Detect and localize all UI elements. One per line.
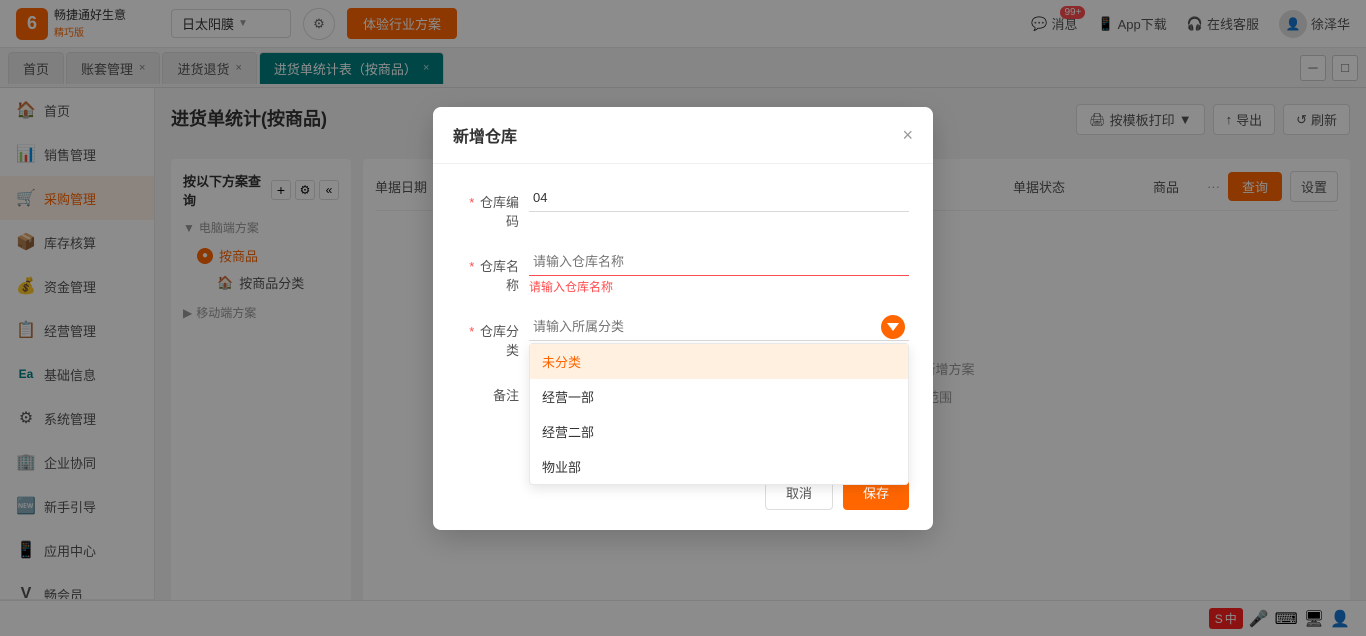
warehouse-category-label: * 仓库分类 (457, 313, 529, 359)
modal-header: 新增仓库 × (433, 107, 933, 164)
warehouse-name-error: 请输入仓库名称 (529, 278, 909, 295)
modal-title: 新增仓库 (453, 123, 517, 147)
warehouse-category-input[interactable] (529, 313, 909, 341)
add-warehouse-modal: 新增仓库 × * 仓库编码 * 仓库名称 请输入仓库名称 (433, 107, 933, 530)
dropdown-option-property[interactable]: 物业部 (530, 449, 908, 484)
warehouse-note-label: 备注 (457, 377, 529, 404)
warehouse-name-label: * 仓库名称 (457, 248, 529, 294)
modal-body: * 仓库编码 * 仓库名称 请输入仓库名称 * (433, 164, 933, 475)
warehouse-code-row: * 仓库编码 (457, 184, 909, 230)
dropdown-option-ops1[interactable]: 经营一部 (530, 379, 908, 414)
modal-close-button[interactable]: × (902, 126, 913, 144)
category-dropdown-toggle[interactable] (881, 315, 905, 339)
warehouse-category-row: * 仓库分类 未分类 经营一部 经营二部 物业部 (457, 313, 909, 359)
warehouse-name-input[interactable] (529, 248, 909, 276)
category-dropdown-list: 未分类 经营一部 经营二部 物业部 (529, 343, 909, 485)
warehouse-name-row: * 仓库名称 请输入仓库名称 (457, 248, 909, 295)
warehouse-code-input[interactable] (529, 184, 909, 212)
modal-overlay: 新增仓库 × * 仓库编码 * 仓库名称 请输入仓库名称 (0, 0, 1366, 636)
warehouse-code-label: * 仓库编码 (457, 184, 529, 230)
dropdown-option-uncategorized[interactable]: 未分类 (530, 344, 908, 379)
dropdown-option-ops2[interactable]: 经营二部 (530, 414, 908, 449)
warehouse-category-selector: 未分类 经营一部 经营二部 物业部 (529, 313, 909, 341)
